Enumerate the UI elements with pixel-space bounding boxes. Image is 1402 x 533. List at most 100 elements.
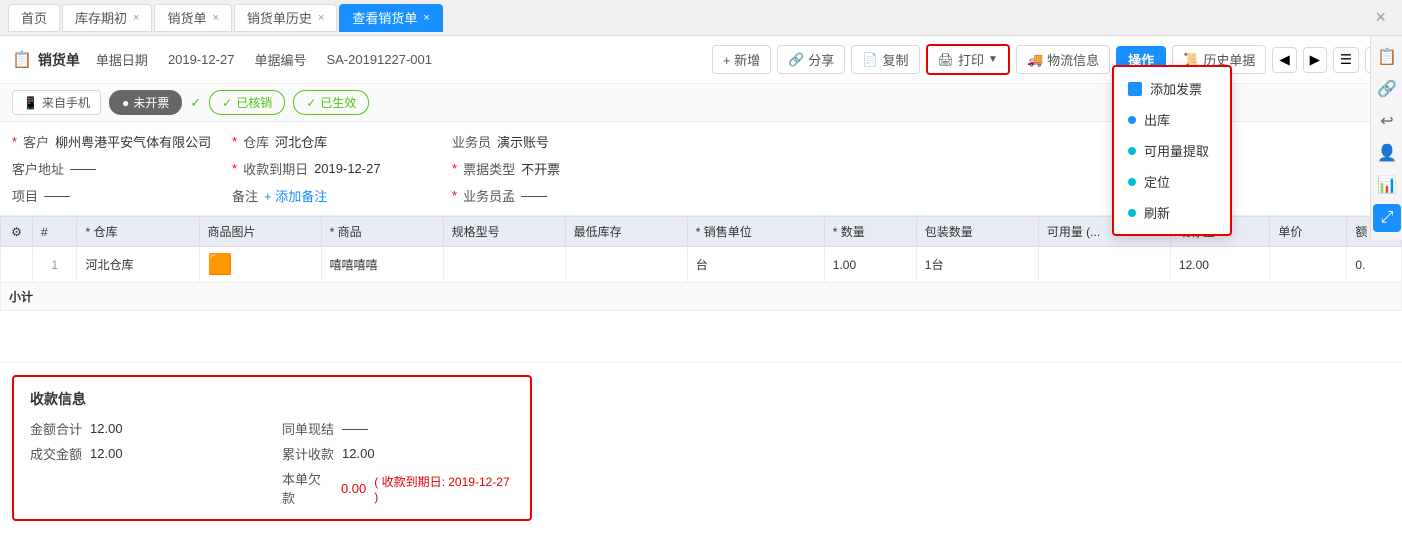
number-label: 单据编号	[254, 50, 306, 69]
col-spec: 规格型号	[443, 217, 565, 247]
cell-available	[1038, 247, 1170, 283]
sales-staff-field: * 业务员孟 ——	[452, 186, 652, 205]
close-inventory-init[interactable]: ×	[133, 12, 139, 24]
print-icon: 🖨	[938, 52, 955, 68]
cell-num: 1	[33, 247, 77, 283]
locate-icon	[1128, 178, 1136, 186]
date-value: 2019-12-27	[168, 52, 235, 67]
cell-unit-price	[1270, 247, 1347, 283]
copy-icon: 📄	[862, 52, 878, 68]
amount-label: 金额合计	[30, 419, 82, 438]
logistics-icon: 🚚	[1027, 52, 1043, 68]
tab-sales-history[interactable]: 销货单历史 ×	[234, 4, 337, 32]
col-quantity: * 数量	[824, 217, 916, 247]
right-icon-chart[interactable]: 📊	[1371, 170, 1402, 200]
col-warehouse: * 仓库	[77, 217, 199, 247]
dropdown-outbound[interactable]: 出库	[1114, 104, 1230, 135]
subtotal-label: 小计	[1, 283, 1402, 311]
same-order-label: 同单现结	[282, 419, 334, 438]
staff-field: 业务员 演示账号	[452, 132, 652, 151]
right-icon-link[interactable]: 🔗	[1371, 74, 1402, 104]
tab-sales-order[interactable]: 销货单 ×	[154, 4, 231, 32]
document-meta: 单据日期 2019-12-27 单据编号 SA-20191227-001	[96, 50, 432, 69]
copy-button[interactable]: 📄 复制	[851, 45, 919, 74]
ticket-type-field: * 票据类型 不开票	[452, 159, 652, 178]
add-invoice-icon	[1128, 82, 1142, 96]
cell-quantity: 1.00	[824, 247, 916, 283]
close-sales-history[interactable]: ×	[318, 12, 324, 24]
tab-inventory-init[interactable]: 库存期初 ×	[62, 4, 152, 32]
grid-view-button[interactable]: ☰	[1333, 47, 1359, 73]
due-date-field: * 收款到期日 2019-12-27	[232, 159, 432, 178]
close-view-sales[interactable]: ×	[423, 12, 429, 24]
add-memo-button[interactable]: + 添加备注	[264, 186, 327, 205]
col-product: * 商品	[321, 217, 443, 247]
col-sales-unit: * 销售单位	[687, 217, 824, 247]
doc-title-text: 销货单	[38, 50, 80, 70]
cell-product: 嘻嘻嘻嘻	[321, 247, 443, 283]
refresh-icon	[1128, 209, 1136, 217]
doc-icon: 📋	[12, 50, 32, 70]
number-value: SA-20191227-001	[326, 52, 432, 67]
share-icon: 🔗	[788, 52, 804, 68]
status-icon: ●	[122, 96, 129, 110]
logistics-button[interactable]: 🚚 物流信息	[1016, 45, 1110, 74]
tab-bar: 首页 库存期初 × 销货单 × 销货单历史 × 查看销货单 × ×	[0, 0, 1402, 36]
current-owed-label: 本单欠款	[282, 469, 333, 507]
cell-spec	[443, 247, 565, 283]
sold-out-badge: ✓ 已核销	[209, 90, 285, 115]
not-open-ticket-button[interactable]: ● 未开票	[109, 90, 182, 115]
deal-amount-value: 12.00	[90, 446, 123, 461]
cell-stock: 12.00	[1170, 247, 1270, 283]
amount-total-row: 金额合计 12.00	[30, 419, 262, 438]
share-button[interactable]: 🔗 分享	[777, 45, 845, 74]
tab-home[interactable]: 首页	[8, 4, 60, 32]
right-icon-back[interactable]: ↩	[1371, 106, 1402, 136]
bottom-section: 收款信息 金额合计 12.00 同单现结 —— 成交金额 12.00	[0, 362, 1402, 533]
cell-warehouse: 河北仓库	[77, 247, 199, 283]
phone-icon: 📱	[23, 96, 38, 110]
accumulated-label: 累计收款	[282, 444, 334, 463]
address-field: 客户地址 ——	[12, 159, 212, 178]
document-actions: + 新增 🔗 分享 📄 复制 🖨 打印 ▼ 🚚 物流信息	[712, 44, 1390, 75]
window-close-button[interactable]: ×	[1367, 7, 1394, 28]
deal-amount-label: 成交金额	[30, 444, 82, 463]
payment-info-box: 收款信息 金额合计 12.00 同单现结 —— 成交金额 12.00	[12, 375, 532, 521]
current-owed-row: 本单欠款 0.00 ( 收款到期日: 2019-12-27 )	[282, 469, 514, 507]
right-icon-expand[interactable]: ⤢	[1373, 204, 1401, 232]
from-phone-button[interactable]: 📱 来自手机	[12, 90, 101, 115]
available-qty-icon	[1128, 147, 1136, 155]
payment-grid: 金额合计 12.00 同单现结 —— 成交金额 12.00 累计收款 12.00	[30, 419, 514, 507]
print-dropdown-icon: ▼	[988, 54, 998, 65]
right-icon-doc[interactable]: 📋	[1371, 42, 1402, 72]
right-panel: 📋 🔗 ↩ 👤 📊 ⤢	[1370, 36, 1402, 240]
deal-amount-row: 成交金额 12.00	[30, 444, 262, 463]
due-hint: ( 收款到期日: 2019-12-27 )	[374, 473, 514, 504]
dropdown-available-qty[interactable]: 可用量提取	[1114, 135, 1230, 166]
operate-dropdown: 添加发票 出库 可用量提取 定位 刷新	[1112, 65, 1232, 236]
new-button[interactable]: + 新增	[712, 45, 771, 74]
cell-min-stock	[565, 247, 687, 283]
dropdown-locate[interactable]: 定位	[1114, 166, 1230, 197]
payment-title: 收款信息	[30, 389, 514, 409]
col-product-img: 商品图片	[199, 217, 321, 247]
next-button[interactable]: ▶	[1303, 47, 1327, 73]
cell-gear	[1, 247, 33, 283]
col-num: #	[33, 217, 77, 247]
customer-field: * 客户 柳州粤港平安气体有限公司	[12, 132, 212, 151]
check-eff-icon: ✓	[306, 96, 316, 110]
prev-button[interactable]: ◀	[1272, 47, 1296, 73]
print-button[interactable]: 🖨 打印 ▼	[926, 44, 1010, 75]
close-sales-order[interactable]: ×	[212, 12, 218, 24]
check-sold-icon: ✓	[222, 96, 232, 110]
dropdown-add-invoice[interactable]: 添加发票	[1114, 73, 1230, 104]
project-field: 项目 ——	[12, 186, 212, 205]
subtotal-row: 小计	[1, 283, 1402, 311]
right-icon-user[interactable]: 👤	[1371, 138, 1402, 168]
dropdown-refresh[interactable]: 刷新	[1114, 197, 1230, 228]
accumulated-value: 12.00	[342, 446, 375, 461]
same-order-row: 同单现结 ——	[282, 419, 514, 438]
tab-view-sales[interactable]: 查看销货单 ×	[339, 4, 442, 32]
outbound-icon	[1128, 116, 1136, 124]
col-min-stock: 最低库存	[565, 217, 687, 247]
